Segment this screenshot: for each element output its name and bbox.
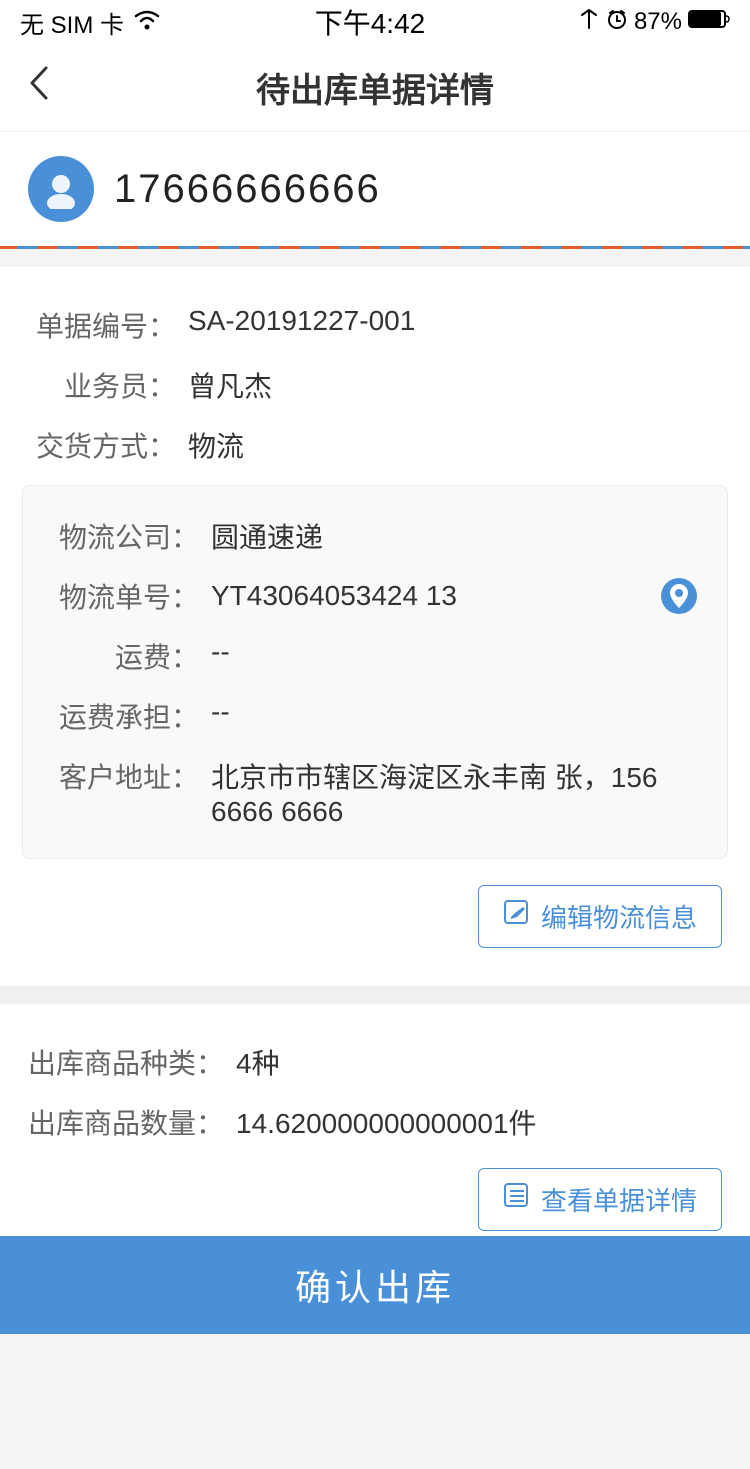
section-divider (0, 986, 750, 1004)
list-icon (503, 1182, 531, 1217)
battery-icon (688, 8, 730, 37)
battery-text: 87% (634, 8, 682, 36)
tracking-row: 物流单号： YT43064053424 13 (23, 566, 727, 626)
back-button[interactable] (28, 64, 50, 111)
freight-value: -- (211, 636, 699, 668)
goods-type-value: 4种 (236, 1042, 722, 1082)
wifi-icon (132, 8, 162, 37)
order-no-label: 单据编号： (28, 305, 176, 345)
edit-logistics-container: 编辑物流信息 (0, 869, 750, 958)
nav-bar: 待出库单据详情 (0, 44, 750, 132)
order-no-row: 单据编号： SA-20191227-001 (0, 295, 750, 355)
goods-quantity-label: 出库商品数量： (28, 1102, 224, 1142)
freight-bearer-row: 运费承担： -- (23, 686, 727, 746)
goods-section: 出库商品种类： 4种 出库商品数量： 14.620000000000001件 查… (0, 1004, 750, 1269)
status-right: 87% (578, 8, 730, 37)
view-detail-label: 查看单据详情 (541, 1181, 697, 1218)
time-display: 下午4:42 (315, 2, 426, 42)
view-detail-container: 查看单据详情 (0, 1152, 750, 1241)
order-no-value: SA-20191227-001 (188, 305, 722, 337)
customer-phone: 17666666666 (114, 167, 381, 212)
freight-row: 运费： -- (23, 626, 727, 686)
edit-logistics-button[interactable]: 编辑物流信息 (478, 885, 722, 948)
company-value: 圆通速递 (211, 516, 699, 556)
salesman-row: 业务员： 曾凡杰 (0, 355, 750, 415)
customer-header: 17666666666 (0, 132, 750, 249)
edit-icon (503, 899, 531, 934)
address-row: 客户地址： 北京市市辖区海淀区永丰南 张，156 6666 6666 (23, 746, 727, 838)
goods-quantity-value: 14.620000000000001件 (236, 1102, 722, 1142)
goods-type-label: 出库商品种类： (28, 1042, 224, 1082)
logistics-card: 物流公司： 圆通速递 物流单号： YT43064053424 13 运费： --… (22, 485, 728, 859)
view-detail-button[interactable]: 查看单据详情 (478, 1168, 722, 1231)
delivery-value: 物流 (188, 425, 722, 465)
freight-bearer-value: -- (211, 696, 699, 728)
location-status-icon (578, 8, 600, 37)
salesman-label: 业务员： (28, 365, 176, 405)
freight-bearer-label: 运费承担： (51, 696, 199, 736)
location-icon[interactable] (659, 576, 699, 616)
salesman-value: 曾凡杰 (188, 365, 722, 405)
edit-logistics-label: 编辑物流信息 (541, 898, 697, 935)
company-row: 物流公司： 圆通速递 (23, 506, 727, 566)
address-value: 北京市市辖区海淀区永丰南 张，156 6666 6666 (211, 756, 699, 828)
carrier-text: 无 SIM 卡 (20, 5, 124, 40)
delivery-label: 交货方式： (28, 425, 176, 465)
goods-quantity-row: 出库商品数量： 14.620000000000001件 (0, 1092, 750, 1152)
confirm-button-label: 确认出库 (295, 1259, 455, 1311)
status-left: 无 SIM 卡 (20, 5, 162, 40)
tracking-label: 物流单号： (51, 576, 199, 616)
status-bar: 无 SIM 卡 下午4:42 87% (0, 0, 750, 44)
freight-label: 运费： (51, 636, 199, 676)
avatar (28, 156, 94, 222)
confirm-button[interactable]: 确认出库 (0, 1236, 750, 1334)
alarm-icon (606, 8, 628, 37)
delivery-row: 交货方式： 物流 (0, 415, 750, 475)
page-title: 待出库单据详情 (256, 63, 494, 112)
goods-type-row: 出库商品种类： 4种 (0, 1032, 750, 1092)
address-label: 客户地址： (51, 756, 199, 796)
order-info-section: 单据编号： SA-20191227-001 业务员： 曾凡杰 交货方式： 物流 … (0, 267, 750, 986)
company-label: 物流公司： (51, 516, 199, 556)
tracking-no-value: YT43064053424 13 (211, 580, 649, 612)
